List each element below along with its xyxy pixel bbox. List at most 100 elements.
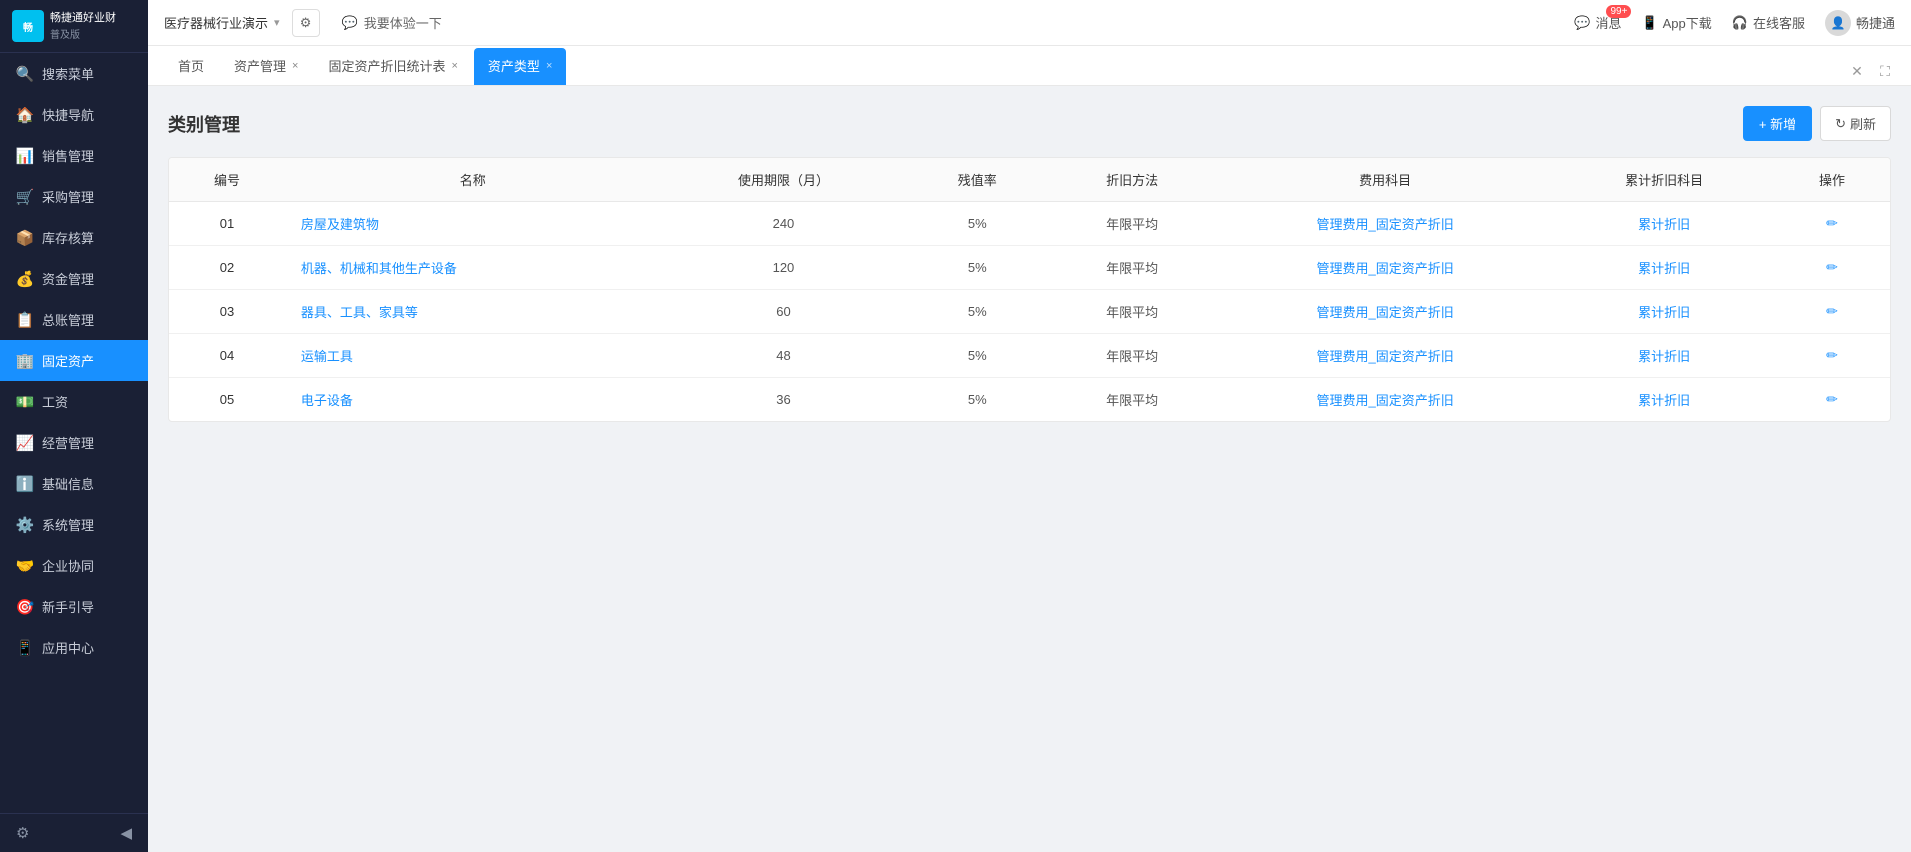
cell-period-1: 120 [661,246,907,290]
refresh-icon: ↻ [1835,116,1846,132]
cell-expense-0: 管理费用_固定资产折旧 [1216,202,1554,246]
topbar: 医疗器械行业演示 ▾ ⚙ 💬 我要体验一下 💬 消息 99+ 📱 App下载 [148,0,1911,46]
sidebar-item-purchase[interactable]: 🛒 采购管理 [0,176,148,217]
cell-accumulated-3: 累计折旧 [1554,334,1774,378]
cell-operation-4: ✏ [1774,378,1890,422]
edit-button-1[interactable]: ✏ [1826,259,1838,275]
category-table: 编号 名称 使用期限（月） 残值率 折旧方法 费用科目 累计折旧科目 操作 01… [168,157,1891,422]
company-name: 医疗器械行业演示 [164,13,268,32]
sidebar-item-basic-info[interactable]: ℹ️ 基础信息 [0,463,148,504]
sidebar-item-quick-nav[interactable]: 🏠 快捷导航 [0,94,148,135]
col-header-accumulated: 累计折旧科目 [1554,158,1774,202]
topbar-left: 医疗器械行业演示 ▾ ⚙ 💬 我要体验一下 [164,9,452,37]
sidebar-label-inventory: 库存核算 [42,228,94,247]
tab-depreciation-close[interactable]: × [451,60,457,72]
cell-residual-1: 5% [906,246,1048,290]
refresh-button[interactable]: ↻ 刷新 [1820,106,1891,141]
cell-id-2: 03 [169,290,285,334]
gear-icon: ⚙ [300,15,312,31]
cell-id-1: 02 [169,246,285,290]
cell-residual-0: 5% [906,202,1048,246]
cell-accumulated-0: 累计折旧 [1554,202,1774,246]
window-controls: ✕ ⛶ [1847,61,1895,85]
sidebar-item-salary[interactable]: 💵 工资 [0,381,148,422]
cooperation-icon: 🤝 [16,557,34,575]
user-button[interactable]: 👤 畅捷通 [1825,10,1895,36]
cell-residual-2: 5% [906,290,1048,334]
system-icon: ⚙️ [16,516,34,534]
edit-button-3[interactable]: ✏ [1826,347,1838,363]
col-header-name: 名称 [285,158,661,202]
app-version: 普及版 [50,26,116,41]
company-selector[interactable]: 医疗器械行业演示 ▾ [164,13,280,32]
sidebar-label-ledger: 总账管理 [42,310,94,329]
tab-home[interactable]: 首页 [164,48,218,85]
col-header-operation: 操作 [1774,158,1890,202]
new-button[interactable]: + 新增 [1743,106,1812,141]
tab-asset-manage-close[interactable]: × [292,60,298,72]
window-expand-button[interactable]: ⛶ [1875,61,1895,81]
operation-icon: 📈 [16,434,34,452]
sidebar-item-capital[interactable]: 💰 资金管理 [0,258,148,299]
sidebar-item-fixed-asset[interactable]: 🏢 固定资产 [0,340,148,381]
user-name: 畅捷通 [1856,13,1895,32]
sidebar-item-guide[interactable]: 🎯 新手引导 [0,586,148,627]
inventory-icon: 📦 [16,229,34,247]
sidebar-item-cooperation[interactable]: 🤝 企业协同 [0,545,148,586]
cell-method-2: 年限平均 [1048,290,1216,334]
sidebar-label-fixed-asset: 固定资产 [42,351,94,370]
sidebar-label-cooperation: 企业协同 [42,556,94,575]
app-download-button[interactable]: 📱 App下载 [1641,13,1711,32]
cell-period-0: 240 [661,202,907,246]
cell-period-3: 48 [661,334,907,378]
sidebar-item-ledger[interactable]: 📋 总账管理 [0,299,148,340]
collapse-sidebar-button[interactable]: ◀ [120,824,132,842]
feedback-button[interactable]: 💬 我要体验一下 [332,9,452,36]
company-chevron-icon: ▾ [274,16,280,29]
cell-name-1: 机器、机械和其他生产设备 [285,246,661,290]
app-logo-icon: 畅 [12,10,44,42]
cell-period-2: 60 [661,290,907,334]
tab-asset-manage[interactable]: 资产管理 × [220,48,312,85]
purchase-icon: 🛒 [16,188,34,206]
cell-accumulated-1: 累计折旧 [1554,246,1774,290]
sidebar-item-inventory[interactable]: 📦 库存核算 [0,217,148,258]
sidebar-item-sales[interactable]: 📊 销售管理 [0,135,148,176]
col-header-id: 编号 [169,158,285,202]
tabbar: 首页 资产管理 × 固定资产折旧统计表 × 资产类型 × ✕ ⛶ [148,46,1911,86]
sidebar-item-operation[interactable]: 📈 经营管理 [0,422,148,463]
cell-id-3: 04 [169,334,285,378]
sidebar-item-app-center[interactable]: 📱 应用中心 [0,627,148,668]
sidebar-item-search[interactable]: 🔍 搜索菜单 [0,53,148,94]
table-row: 05 电子设备 36 5% 年限平均 管理费用_固定资产折旧 累计折旧 ✏ [169,378,1890,422]
avatar: 👤 [1825,10,1851,36]
cell-id-4: 05 [169,378,285,422]
cell-accumulated-2: 累计折旧 [1554,290,1774,334]
edit-button-0[interactable]: ✏ [1826,215,1838,231]
sidebar-label-system: 系统管理 [42,515,94,534]
cell-expense-1: 管理费用_固定资产折旧 [1216,246,1554,290]
feedback-text: 我要体验一下 [364,13,442,32]
cell-operation-0: ✏ [1774,202,1890,246]
sidebar-label-basic-info: 基础信息 [42,474,94,493]
customer-service-button[interactable]: 🎧 在线客服 [1732,13,1805,32]
customer-service-icon: 🎧 [1732,15,1748,31]
cell-name-3: 运输工具 [285,334,661,378]
tab-asset-type[interactable]: 资产类型 × [474,48,566,85]
tab-depreciation-table[interactable]: 固定资产折旧统计表 × [314,48,471,85]
tab-asset-type-label: 资产类型 [488,56,540,75]
topbar-settings-button[interactable]: ⚙ [292,9,320,37]
message-button[interactable]: 💬 消息 99+ [1574,13,1621,32]
window-close-button[interactable]: ✕ [1847,61,1867,81]
edit-button-2[interactable]: ✏ [1826,303,1838,319]
main-content: 医疗器械行业演示 ▾ ⚙ 💬 我要体验一下 💬 消息 99+ 📱 App下载 [148,0,1911,852]
settings-footer-button[interactable]: ⚙ [16,824,29,842]
sidebar-label-operation: 经营管理 [42,433,94,452]
basic-info-icon: ℹ️ [16,475,34,493]
sidebar-item-system[interactable]: ⚙️ 系统管理 [0,504,148,545]
page-actions: + 新增 ↻ 刷新 [1743,106,1891,141]
sidebar-label-guide: 新手引导 [42,597,94,616]
edit-button-4[interactable]: ✏ [1826,391,1838,407]
tab-asset-type-close[interactable]: × [546,60,552,72]
cell-accumulated-4: 累计折旧 [1554,378,1774,422]
